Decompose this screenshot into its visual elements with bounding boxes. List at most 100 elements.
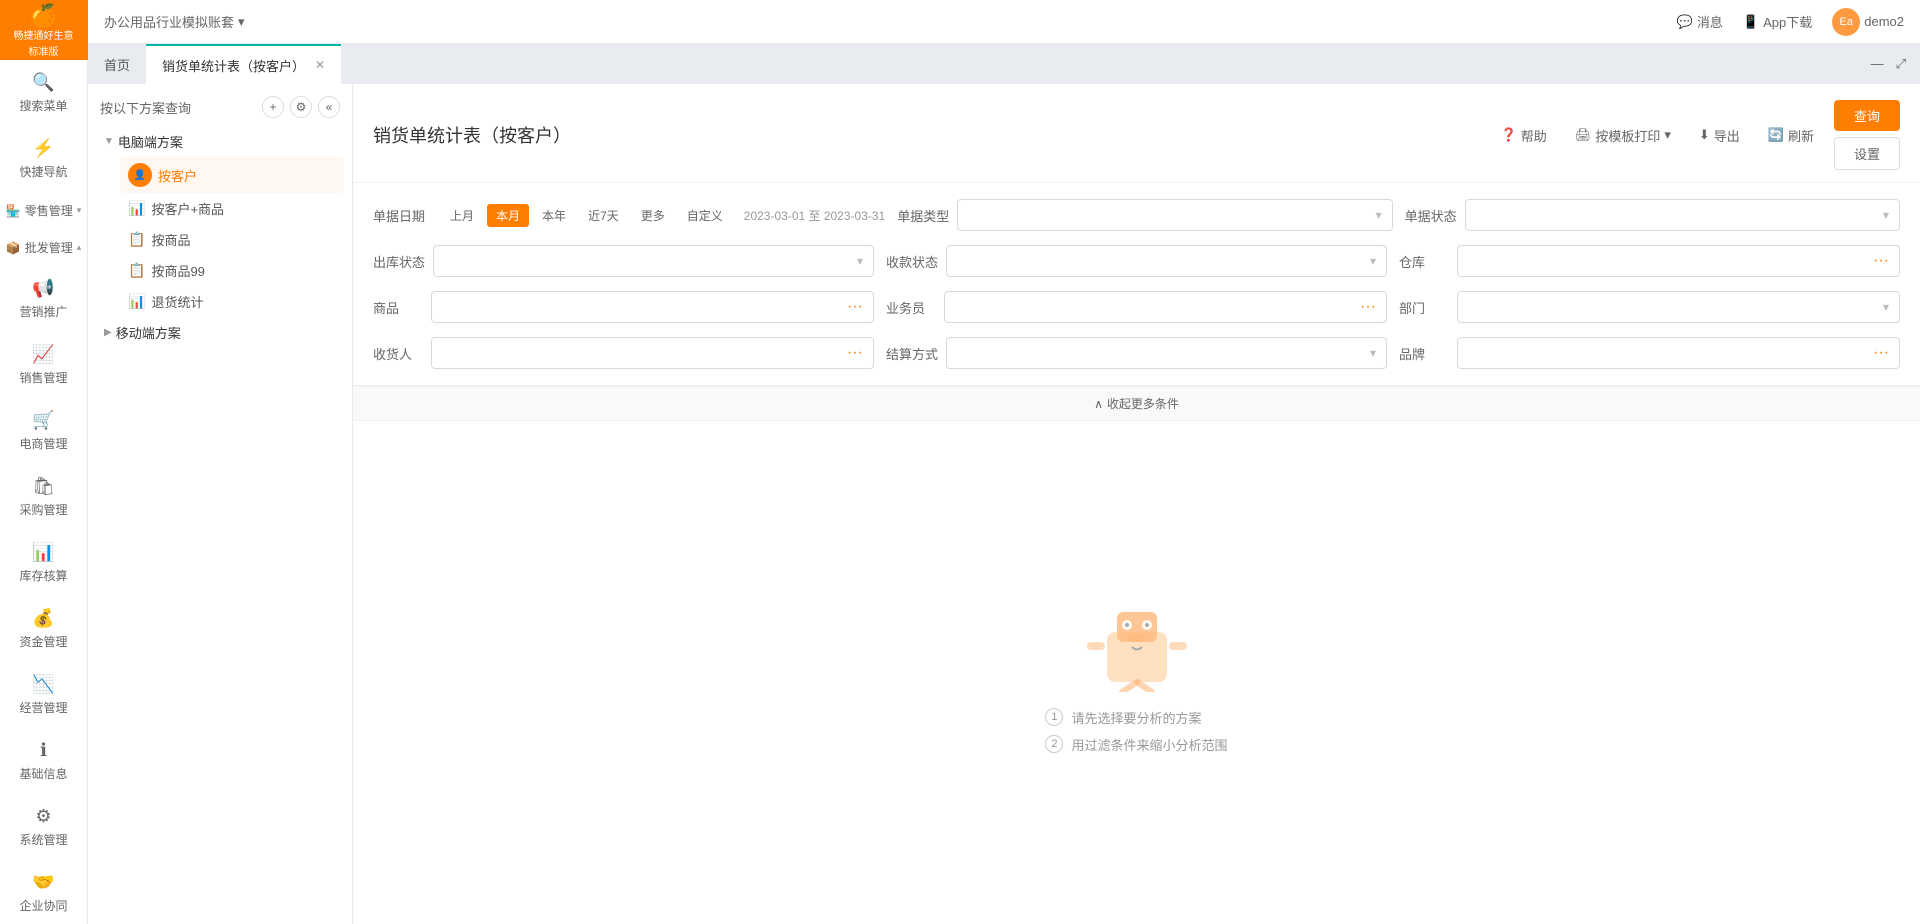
user-name: demo2 xyxy=(1864,14,1904,29)
help-label: 帮助 xyxy=(1521,126,1547,145)
sidebar-item-search[interactable]: 🔍 搜索菜单 xyxy=(0,60,87,126)
tree-item-by-goods-label: 按商品 xyxy=(151,230,190,249)
query-btn[interactable]: 查询 xyxy=(1834,100,1900,131)
warehouse-filter: 仓库 ··· xyxy=(1399,245,1900,277)
page-title: 销货单统计表（按客户） xyxy=(373,122,571,148)
consignee-ellipsis[interactable]: ··· xyxy=(847,344,863,362)
out-status-dropdown: ▾ xyxy=(857,254,863,268)
tree-parent-desktop[interactable]: ▼ 电脑端方案 xyxy=(96,126,344,157)
sidebar-item-sales-mgmt[interactable]: 📈 销售管理 xyxy=(0,332,87,398)
export-btn[interactable]: ⬇ 导出 xyxy=(1691,122,1748,149)
brand-filter: 品牌 ··· xyxy=(1399,337,1900,369)
settings-scheme-btn[interactable]: ⚙ xyxy=(290,96,312,118)
receipt-status-input[interactable]: ▾ xyxy=(946,245,1387,277)
sidebar-item-purchase[interactable]: 🛍 采购管理 xyxy=(0,464,87,530)
date-btn-last-month[interactable]: 上月 xyxy=(441,204,483,227)
left-panel: 按以下方案查询 + ⚙ « ▼ 电脑端方案 xyxy=(88,84,353,924)
tab-sales-stats[interactable]: 销货单统计表（按客户） ✕ xyxy=(146,44,341,84)
empty-svg xyxy=(1077,592,1197,692)
help-btn[interactable]: ❓ 帮助 xyxy=(1493,122,1555,149)
tree-item-by-customer[interactable]: 👤 按客户 xyxy=(120,157,344,193)
collapse-panel-btn[interactable]: « xyxy=(318,96,340,118)
tree-item-by-goods-99[interactable]: 📋 按商品99 xyxy=(120,255,344,286)
department-input[interactable]: ▾ xyxy=(1457,291,1900,323)
sidebar-item-retail[interactable]: 🏪 零售管理 ▾ xyxy=(0,192,87,229)
app-download-btn[interactable]: 📱 App下载 xyxy=(1743,12,1812,31)
sidebar-item-shortcut-label: 快捷导航 xyxy=(19,163,67,180)
sidebar-item-wholesale[interactable]: 📦 批发管理 ▴ xyxy=(0,229,87,266)
industry-selector[interactable]: 办公用品行业模拟账套 ▾ xyxy=(104,12,245,31)
sidebar-item-operation[interactable]: 📉 经营管理 xyxy=(0,662,87,728)
window-maximize-btn[interactable]: ⤢ xyxy=(1890,56,1912,72)
out-status-label: 出库状态 xyxy=(373,252,425,271)
sidebar-item-finance-label: 资金管理 xyxy=(19,633,67,650)
tab-bar: 首页 销货单统计表（按客户） ✕ — ⤢ xyxy=(88,44,1920,84)
industry-dropdown-icon: ▾ xyxy=(238,14,245,30)
sidebar-item-system-label: 系统管理 xyxy=(19,831,67,848)
receipt-status-filter: 收款状态 ▾ xyxy=(886,245,1387,277)
industry-label: 办公用品行业模拟账套 xyxy=(104,12,234,31)
collapse-bar[interactable]: ∧ 收起更多条件 xyxy=(353,386,1920,421)
ecommerce-icon: 🛒 xyxy=(32,410,54,431)
date-btn-this-year[interactable]: 本年 xyxy=(533,204,575,227)
refresh-btn[interactable]: 🔄 刷新 xyxy=(1760,122,1822,149)
sidebar-item-inventory[interactable]: 📊 库存核算 xyxy=(0,530,87,596)
tree-item-by-goods[interactable]: 📋 按商品 xyxy=(120,224,344,255)
search-icon: 🔍 xyxy=(32,72,54,93)
add-scheme-btn[interactable]: + xyxy=(262,96,284,118)
header-left: 办公用品行业模拟账套 ▾ xyxy=(104,12,245,31)
settlement-filter: 结算方式 ▾ xyxy=(886,337,1387,369)
settings-icon: ⚙ xyxy=(296,100,307,114)
out-status-input[interactable]: ▾ xyxy=(433,245,874,277)
date-btn-7days[interactable]: 近7天 xyxy=(579,204,628,227)
wholesale-arrow: ▴ xyxy=(77,242,82,253)
consignee-input[interactable]: ··· xyxy=(431,337,874,369)
receipt-status-label: 收款状态 xyxy=(886,252,938,271)
goods-input[interactable]: ··· xyxy=(431,291,874,323)
order-status-input[interactable]: ▾ xyxy=(1465,199,1900,231)
sidebar-item-wholesale-label: 批发管理 xyxy=(25,239,73,256)
settlement-input[interactable]: ▾ xyxy=(946,337,1387,369)
message-btn[interactable]: 💬 消息 xyxy=(1677,12,1723,31)
goods-ellipsis[interactable]: ··· xyxy=(847,298,863,316)
salesperson-label: 业务员 xyxy=(886,298,936,317)
sidebar-item-basic[interactable]: ℹ 基础信息 xyxy=(0,728,87,794)
tab-home[interactable]: 首页 xyxy=(88,44,146,84)
date-btn-custom[interactable]: 自定义 xyxy=(678,204,732,227)
sidebar-item-ecommerce[interactable]: 🛒 电商管理 xyxy=(0,398,87,464)
order-status-dropdown: ▾ xyxy=(1883,208,1889,222)
table-icon-1: 📋 xyxy=(128,231,145,248)
tab-home-label: 首页 xyxy=(104,55,130,74)
tree-parent-mobile[interactable]: ▶ 移动端方案 xyxy=(96,317,344,348)
brand-ellipsis[interactable]: ··· xyxy=(1873,344,1889,362)
sidebar-item-finance[interactable]: 💰 资金管理 xyxy=(0,596,87,662)
print-icon: 🖨 xyxy=(1575,127,1592,143)
tree-item-return-stats[interactable]: 📊 退货统计 xyxy=(120,286,344,317)
app-download-icon: 📱 xyxy=(1743,14,1759,30)
date-btn-this-month[interactable]: 本月 xyxy=(487,204,529,227)
salesperson-input[interactable]: ··· xyxy=(944,291,1387,323)
tree-item-by-customer-goods[interactable]: 📊 按客户+商品 xyxy=(120,193,344,224)
page-actions: ❓ 帮助 🖨 按模板打印 ▾ ⬇ 导出 🔄 刷新 xyxy=(1493,100,1900,170)
tab-sales-stats-close[interactable]: ✕ xyxy=(315,58,325,72)
sidebar-item-sales-mgmt-label: 销售管理 xyxy=(19,369,67,386)
order-type-input[interactable]: ▾ xyxy=(957,199,1392,231)
user-info[interactable]: Ea demo2 xyxy=(1832,8,1904,36)
consignee-label: 收货人 xyxy=(373,344,423,363)
template-print-btn[interactable]: 🖨 按模板打印 ▾ xyxy=(1567,122,1679,149)
sidebar-item-marketing[interactable]: 📢 营销推广 xyxy=(0,266,87,332)
sidebar-item-system[interactable]: ⚙ 系统管理 xyxy=(0,794,87,860)
active-dot: 👤 xyxy=(128,163,152,187)
sidebar-item-enterprise[interactable]: 🤝 企业协同 xyxy=(0,860,87,924)
main-area: 办公用品行业模拟账套 ▾ 💬 消息 📱 App下载 Ea demo2 首页 xyxy=(88,0,1920,924)
warehouse-input[interactable]: ··· xyxy=(1457,245,1900,277)
brand-input[interactable]: ··· xyxy=(1457,337,1900,369)
date-btn-more[interactable]: 更多 xyxy=(632,204,674,227)
sidebar-item-shortcut[interactable]: ⚡ 快捷导航 xyxy=(0,126,87,192)
salesperson-ellipsis[interactable]: ··· xyxy=(1360,298,1376,316)
logo[interactable]: 🍊 畅捷通好生意 标准版 xyxy=(0,0,88,60)
warehouse-ellipsis[interactable]: ··· xyxy=(1873,252,1889,270)
window-minimize-btn[interactable]: — xyxy=(1865,56,1890,72)
settings-btn[interactable]: 设置 xyxy=(1834,137,1900,170)
logo-subtitle: 标准版 xyxy=(29,43,59,58)
